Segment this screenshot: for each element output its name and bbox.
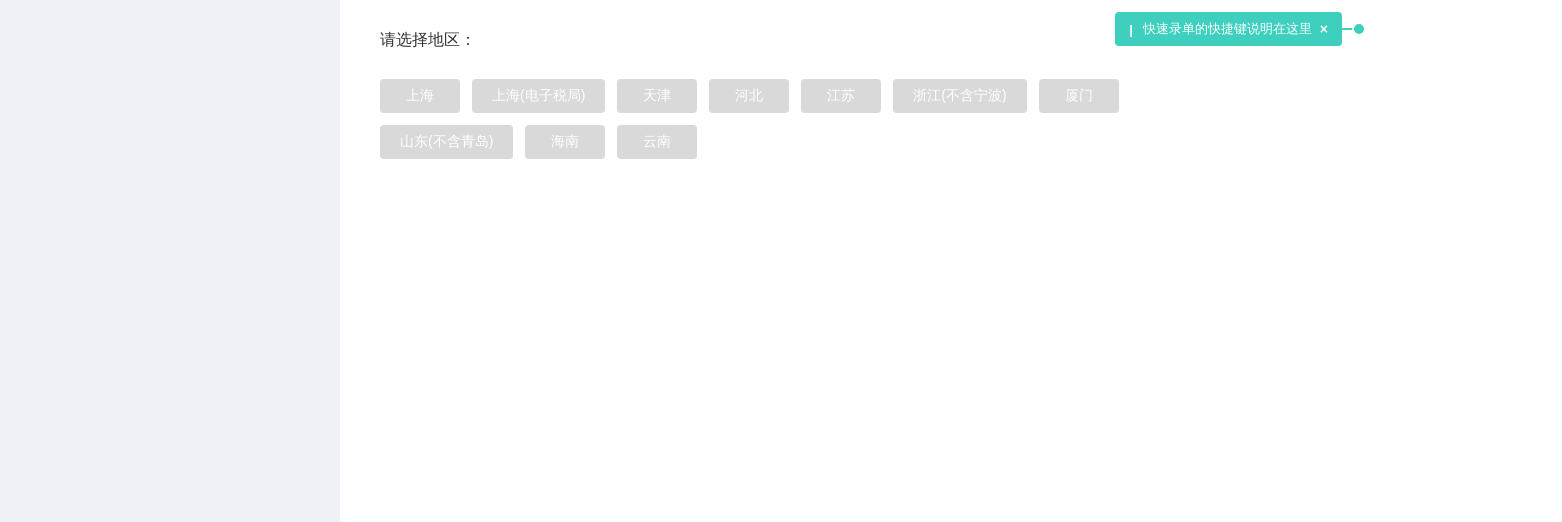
region-btn-shanghai[interactable]: 上海	[380, 79, 460, 113]
tooltip-text: 快速录单的快捷键说明在这里	[1143, 20, 1312, 38]
region-btn-hainan[interactable]: 海南	[525, 125, 605, 159]
tooltip-end-dot	[1354, 24, 1364, 34]
tooltip-line-segment	[1336, 28, 1352, 30]
region-btn-jiangsu[interactable]: 江苏	[801, 79, 881, 113]
region-btn-tianjin[interactable]: 天津	[617, 79, 697, 113]
region-btn-zhejiang[interactable]: 浙江(不含宁波)	[893, 79, 1026, 113]
tooltip-close-button[interactable]: ×	[1320, 22, 1328, 36]
region-buttons-container: 上海 上海(电子税局) 天津 河北 江苏 浙江(不含宁波) 厦门	[380, 79, 1522, 113]
region-btn-xiamen[interactable]: 厦门	[1039, 79, 1119, 113]
tooltip-bubble: 快速录单的快捷键说明在这里 ×	[1115, 12, 1342, 46]
region-btn-shanghai-etax[interactable]: 上海(电子税局)	[472, 79, 605, 113]
tooltip-line	[1336, 24, 1364, 34]
sidebar	[0, 0, 340, 522]
region-btn-yunnan[interactable]: 云南	[617, 125, 697, 159]
region-buttons-row2: 山东(不含青岛) 海南 云南	[380, 125, 1522, 159]
region-btn-shandong[interactable]: 山东(不含青岛)	[380, 125, 513, 159]
tooltip-container: 快速录单的快捷键说明在这里 ×	[1115, 12, 1342, 46]
main-content: 请选择地区： 上海 上海(电子税局) 天津 河北 江苏 浙江(不含宁波) 厦门 …	[340, 0, 1562, 522]
region-btn-hebei[interactable]: 河北	[709, 79, 789, 113]
